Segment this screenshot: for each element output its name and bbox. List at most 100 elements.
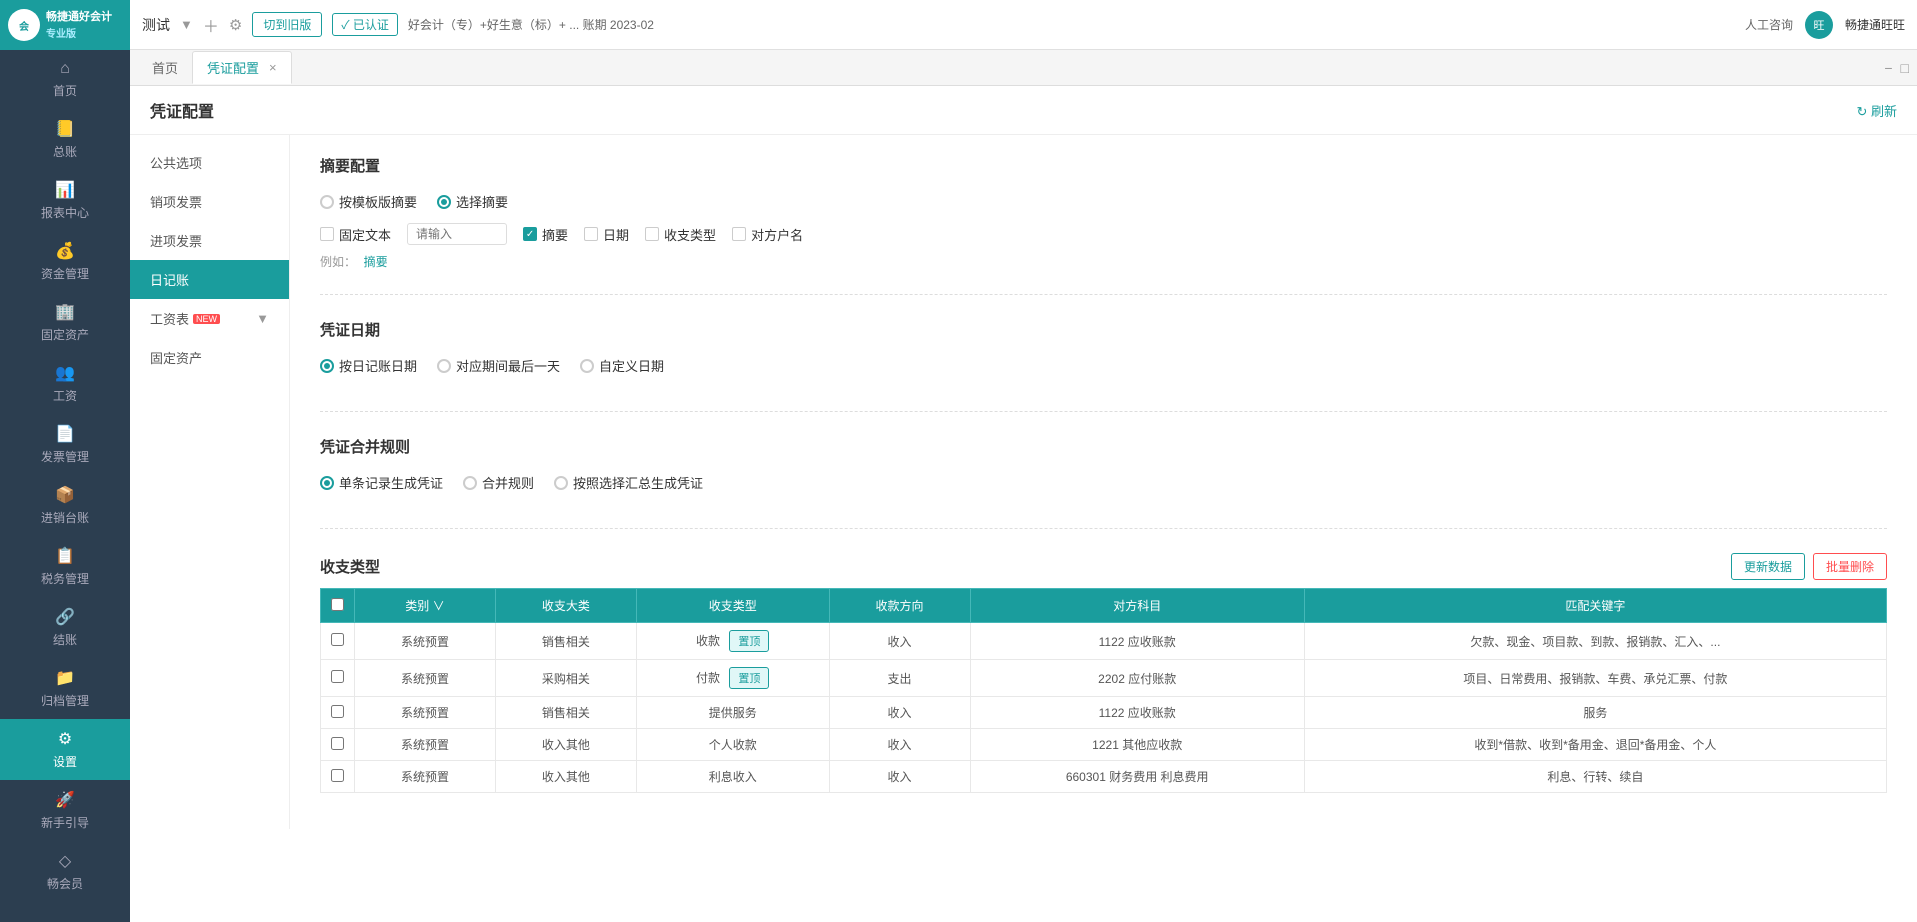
row-type-3: 提供服务 bbox=[636, 697, 829, 729]
sidebar-item-purchase[interactable]: 📦 进销台账 bbox=[0, 475, 130, 536]
row-checkbox-5[interactable] bbox=[321, 761, 355, 793]
fixed-text-box bbox=[320, 227, 334, 241]
sidebar-label-archive: 归档管理 bbox=[41, 692, 89, 709]
tag-btn-1[interactable]: 置顶 bbox=[729, 630, 769, 652]
sidebar-item-member[interactable]: ◇ 畅会员 bbox=[0, 841, 130, 902]
left-nav-purchase-invoice[interactable]: 进项发票 bbox=[130, 221, 289, 260]
table-row: 系统预置 收入其他 利息收入 收入 660301 财务费用 利息费用 利息、行转… bbox=[321, 761, 1887, 793]
sidebar-item-wages[interactable]: 👥 工资 bbox=[0, 353, 130, 414]
batch-delete-button[interactable]: 批量删除 bbox=[1813, 553, 1887, 580]
date-radio-custom[interactable]: 自定义日期 bbox=[580, 356, 664, 375]
row-major-1: 销售相关 bbox=[495, 623, 636, 660]
sidebar-item-ledger[interactable]: 📒 总账 bbox=[0, 109, 130, 170]
main-content: 摘要配置 按模板版摘要 选择摘要 bbox=[290, 135, 1917, 829]
th-checkbox[interactable] bbox=[321, 589, 355, 623]
sidebar-label-funds: 资金管理 bbox=[41, 265, 89, 282]
maximize-icon[interactable]: □ bbox=[1901, 60, 1909, 76]
row-major-3: 销售相关 bbox=[495, 697, 636, 729]
date-checkbox[interactable]: 日期 bbox=[584, 225, 629, 244]
fixed-text-checkbox[interactable]: 固定文本 bbox=[320, 225, 391, 244]
main-area: 测试 ▼ ＋ ⚙ 切到旧版 ✓ 已认证 好会计（专）+好生意（标）+ ... 账… bbox=[130, 0, 1917, 922]
left-nav-public[interactable]: 公共选项 bbox=[130, 143, 289, 182]
app-sub: 专业版 bbox=[46, 25, 112, 40]
summary-config-section: 摘要配置 按模板版摘要 选择摘要 bbox=[320, 155, 1887, 295]
logo-icon: 会 bbox=[8, 9, 40, 41]
sidebar-label-ledger: 总账 bbox=[53, 143, 77, 160]
radio-combine-circle bbox=[463, 476, 477, 490]
tab-close-button[interactable]: × bbox=[269, 60, 277, 75]
topbar-gear[interactable]: ⚙ bbox=[229, 16, 242, 34]
example-label: 例如： bbox=[320, 255, 356, 269]
merge-radio-combine[interactable]: 合并规则 bbox=[463, 473, 534, 492]
sidebar-item-invoice[interactable]: 📄 发票管理 bbox=[0, 414, 130, 475]
row-checkbox-1[interactable] bbox=[321, 623, 355, 660]
tax-icon: 📋 bbox=[55, 546, 75, 566]
th-major: 收支大类 bbox=[495, 589, 636, 623]
row-checkbox-3[interactable] bbox=[321, 697, 355, 729]
table-row: 系统预置 采购相关 付款 置顶 支出 2202 应付账款 项目、日常费用、报销款… bbox=[321, 660, 1887, 697]
radio-custom-circle bbox=[580, 359, 594, 373]
paytype-box bbox=[645, 227, 659, 241]
sidebar-item-reports[interactable]: 📊 报表中心 bbox=[0, 170, 130, 231]
sidebar-label-settlement: 结账 bbox=[53, 631, 77, 648]
summary-checkbox[interactable]: ✓ 摘要 bbox=[523, 225, 568, 244]
merge-radio-single[interactable]: 单条记录生成凭证 bbox=[320, 473, 443, 492]
topbar-arrow[interactable]: ▼ bbox=[180, 17, 193, 32]
switch-version-button[interactable]: 切到旧版 bbox=[252, 12, 322, 37]
sidebar-item-newguide[interactable]: 🚀 新手引导 bbox=[0, 780, 130, 841]
sidebar-item-assets[interactable]: 🏢 固定资产 bbox=[0, 292, 130, 353]
archive-icon: 📁 bbox=[55, 668, 75, 688]
left-nav-wage-table[interactable]: 工资表 NEW ▼ bbox=[130, 299, 289, 338]
income-expense-table: 类别 ∨ 收支大类 收支类型 收款方向 对方科目 匹配关键字 bbox=[320, 588, 1887, 793]
wages-icon: 👥 bbox=[55, 363, 75, 383]
left-nav-fixed-assets[interactable]: 固定资产 bbox=[130, 338, 289, 377]
tag-btn-2[interactable]: 置顶 bbox=[729, 667, 769, 689]
sidebar: 会 畅捷通好会计 专业版 ⌂ 首页 📒 总账 📊 报表中心 💰 资金管理 🏢 固… bbox=[0, 0, 130, 922]
date-radio-period[interactable]: 对应期间最后一天 bbox=[437, 356, 560, 375]
invoice-icon: 📄 bbox=[55, 424, 75, 444]
th-type: 收支类型 bbox=[636, 589, 829, 623]
sidebar-item-settings[interactable]: ⚙ 设置 bbox=[0, 719, 130, 780]
sidebar-item-archive[interactable]: 📁 归档管理 bbox=[0, 658, 130, 719]
row-major-5: 收入其他 bbox=[495, 761, 636, 793]
newguide-icon: 🚀 bbox=[55, 790, 75, 810]
tab-voucher[interactable]: 凭证配置 × bbox=[192, 51, 292, 84]
row-direction-2: 支出 bbox=[829, 660, 970, 697]
row-keywords-4: 收到*借款、收到*备用金、退回*备用金、个人 bbox=[1304, 729, 1886, 761]
left-nav-sales-invoice[interactable]: 销项发票 bbox=[130, 182, 289, 221]
home-icon: ⌂ bbox=[60, 60, 70, 78]
settlement-icon: 🔗 bbox=[55, 607, 75, 627]
fixed-text-input[interactable] bbox=[407, 223, 507, 245]
row-checkbox-2[interactable] bbox=[321, 660, 355, 697]
new-badge: NEW bbox=[193, 314, 220, 324]
refresh-button[interactable]: ↻ 刷新 bbox=[1856, 101, 1897, 120]
summary-radio-template[interactable]: 按模板版摘要 bbox=[320, 192, 417, 211]
radio-template-circle bbox=[320, 195, 334, 209]
row-type-2: 付款 置顶 bbox=[636, 660, 829, 697]
row-category-2: 系统预置 bbox=[355, 660, 496, 697]
sidebar-item-settlement[interactable]: 🔗 结账 bbox=[0, 597, 130, 658]
row-account-3: 1122 应收账款 bbox=[970, 697, 1304, 729]
topbar-title: 测试 bbox=[142, 15, 170, 35]
paytype-checkbox[interactable]: 收支类型 bbox=[645, 225, 716, 244]
counterparty-checkbox[interactable]: 对方户名 bbox=[732, 225, 803, 244]
date-radio-journal[interactable]: 按日记账日期 bbox=[320, 356, 417, 375]
merge-radio-summary[interactable]: 按照选择汇总生成凭证 bbox=[554, 473, 703, 492]
topbar-plus[interactable]: ＋ bbox=[203, 13, 219, 37]
left-nav: 公共选项 销项发票 进项发票 日记账 工资表 NEW ▼ 固定资产 bbox=[130, 135, 290, 829]
minimize-icon[interactable]: − bbox=[1884, 60, 1892, 76]
select-all-checkbox[interactable] bbox=[331, 598, 344, 611]
sidebar-item-tax[interactable]: 📋 税务管理 bbox=[0, 536, 130, 597]
sidebar-item-funds[interactable]: 💰 资金管理 bbox=[0, 231, 130, 292]
sidebar-label-home: 首页 bbox=[53, 82, 77, 99]
left-nav-daily[interactable]: 日记账 bbox=[130, 260, 289, 299]
sidebar-item-home[interactable]: ⌂ 首页 bbox=[0, 50, 130, 109]
row-keywords-3: 服务 bbox=[1304, 697, 1886, 729]
content-body: 公共选项 销项发票 进项发票 日记账 工资表 NEW ▼ 固定资产 bbox=[130, 135, 1917, 829]
tab-home[interactable]: 首页 bbox=[138, 52, 192, 83]
consult-link[interactable]: 人工咨询 bbox=[1745, 16, 1793, 33]
update-data-button[interactable]: 更新数据 bbox=[1731, 553, 1805, 580]
content-area: 凭证配置 ↻ 刷新 公共选项 销项发票 进项发票 日记账 工资表 bbox=[130, 86, 1917, 922]
summary-radio-choose[interactable]: 选择摘要 bbox=[437, 192, 508, 211]
row-checkbox-4[interactable] bbox=[321, 729, 355, 761]
